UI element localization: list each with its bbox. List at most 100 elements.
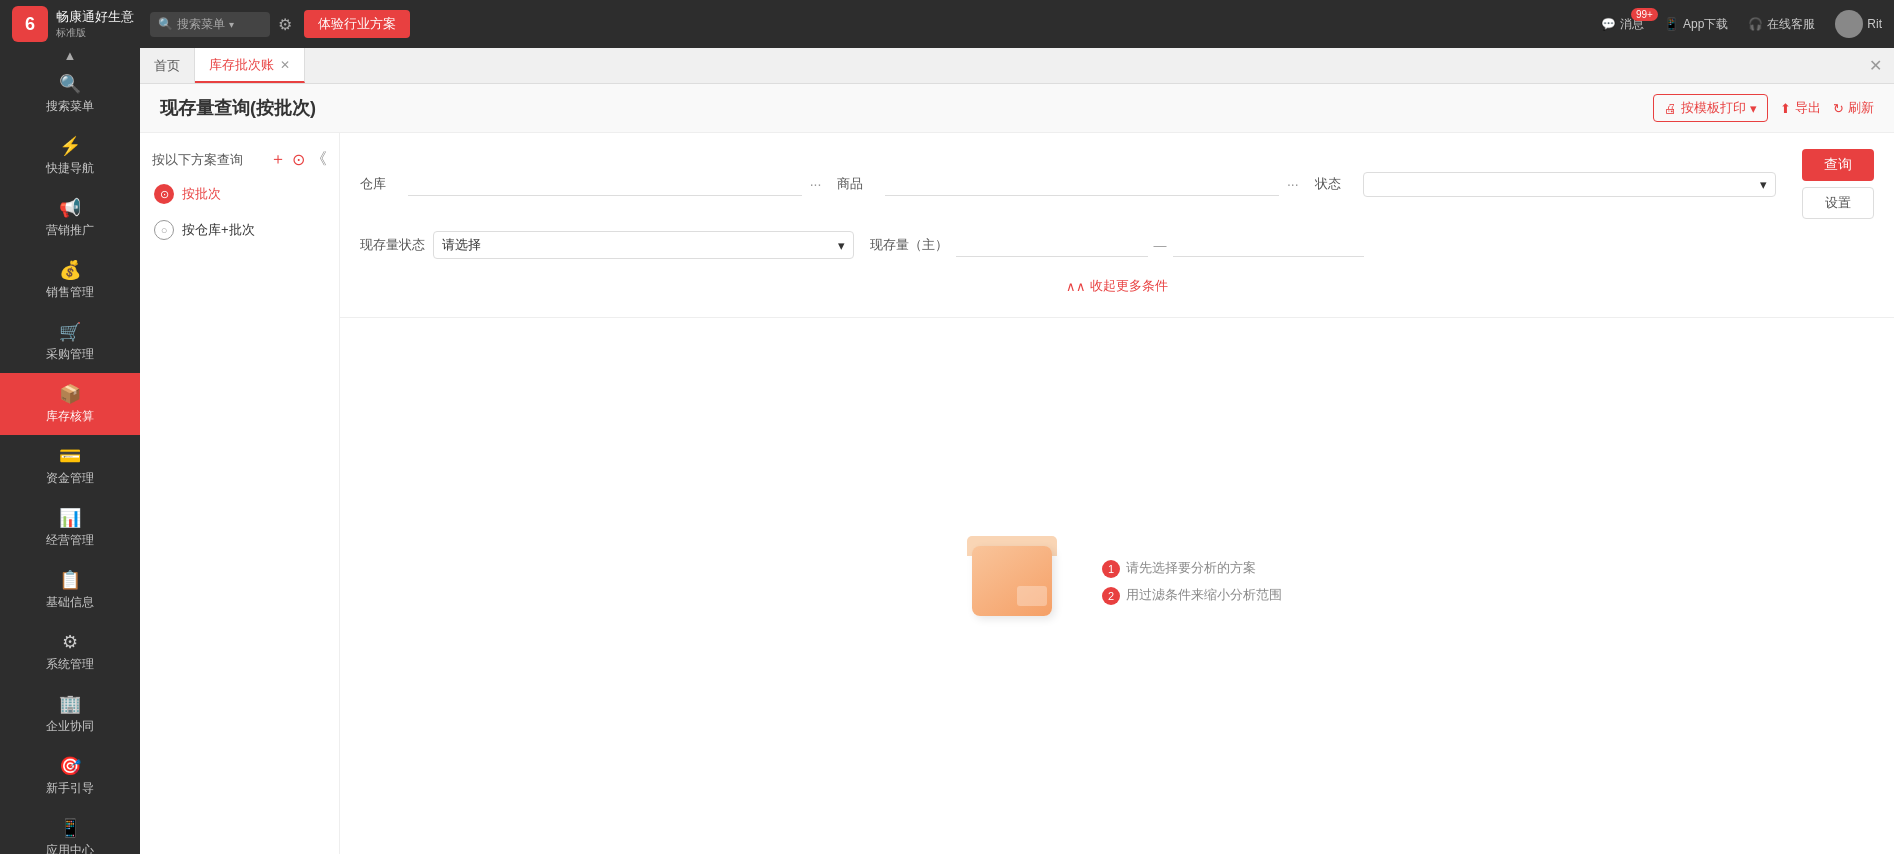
product-input[interactable]	[885, 172, 1279, 196]
left-panel-header: 按以下方案查询 ＋ ⊙ 《	[140, 143, 339, 176]
marketing-icon: 📢	[59, 197, 81, 219]
search-menu-icon: 🔍	[59, 73, 81, 95]
topbar-right: 💬 消息 99+ 📱 App下载 🎧 在线客服 Rit	[1601, 10, 1882, 38]
sidebar-item-system[interactable]: ⚙ 系统管理	[0, 621, 140, 683]
sidebar-item-label: 新手引导	[46, 780, 94, 797]
avatar	[1835, 10, 1863, 38]
scheme-item-by-batch[interactable]: ⊙ 按批次	[140, 176, 339, 212]
right-main: 仓库 ··· 商品 ··· 状态	[340, 133, 1894, 854]
headset-icon: 🎧	[1748, 17, 1763, 31]
action-buttons: 查询 设置	[1802, 149, 1874, 219]
sidebar-item-label: 资金管理	[46, 470, 94, 487]
manage-scheme-icon[interactable]: ⊙	[292, 150, 305, 169]
inventory-amount-range: —	[956, 233, 1364, 257]
sidebar-item-label: 营销推广	[46, 222, 94, 239]
sidebar-item-label: 销售管理	[46, 284, 94, 301]
product-field: 商品 ···	[837, 172, 1298, 196]
sidebar-item-sales[interactable]: 💰 销售管理	[0, 249, 140, 311]
basic-info-icon: 📋	[59, 569, 81, 591]
add-scheme-button[interactable]: ＋	[270, 149, 286, 170]
sidebar-item-operations[interactable]: 📊 经营管理	[0, 497, 140, 559]
sidebar-item-new-guide[interactable]: 🎯 新手引导	[0, 745, 140, 807]
filter-area: 仓库 ··· 商品 ··· 状态	[340, 133, 1894, 317]
app-download-button[interactable]: 📱 App下载	[1664, 16, 1728, 33]
sidebar-item-label: 企业协同	[46, 718, 94, 735]
messages-button[interactable]: 💬 消息 99+	[1601, 16, 1644, 33]
gear-icon[interactable]: ⚙	[278, 15, 292, 34]
sidebar-item-search-menu[interactable]: 🔍 搜索菜单	[0, 63, 140, 125]
filter-row-2: 现存量状态 请选择 ▾ 现存量（主） —	[360, 231, 1874, 259]
scheme-icon-red: ⊙	[154, 184, 174, 204]
tab-close-icon[interactable]: ✕	[280, 58, 290, 72]
page-body: 按以下方案查询 ＋ ⊙ 《 ⊙ 按批次 ○ 按仓库+批次	[140, 133, 1894, 854]
sidebar-item-label: 基础信息	[46, 594, 94, 611]
tab-home[interactable]: 首页	[140, 48, 195, 83]
collapse-up-icon: ∧∧	[1066, 279, 1086, 294]
chevron-down-icon: ▾	[1750, 101, 1757, 116]
warehouse-input[interactable]	[408, 172, 802, 196]
inventory-amount-max-input[interactable]	[1173, 233, 1365, 257]
setting-button[interactable]: 设置	[1802, 187, 1874, 219]
purchase-icon: 🛒	[59, 321, 81, 343]
tab-inventory-batch[interactable]: 库存批次账 ✕	[195, 48, 305, 83]
sidebar-item-quick-nav[interactable]: ⚡ 快捷导航	[0, 125, 140, 187]
sidebar-item-purchase[interactable]: 🛒 采购管理	[0, 311, 140, 373]
main-layout: ▲ 🔍 搜索菜单 ⚡ 快捷导航 📢 营销推广 💰 销售管理 🛒 采购管理 📦 库…	[0, 48, 1894, 854]
product-dots[interactable]: ···	[1287, 176, 1299, 192]
search-icon: 🔍	[158, 17, 173, 31]
sidebar-item-finance[interactable]: 💳 资金管理	[0, 435, 140, 497]
status-field: 状态 ▾	[1315, 172, 1776, 197]
export-icon: ⬆	[1780, 101, 1791, 116]
topbar: 6 畅康通好生意 标准版 🔍 搜索菜单 ▾ ⚙ 体验行业方案 💬 消息 99+ …	[0, 0, 1894, 48]
left-panel-actions: ＋ ⊙ 《	[270, 149, 327, 170]
sidebar-item-enterprise[interactable]: 🏢 企业协同	[0, 683, 140, 745]
sidebar-item-label: 应用中心	[46, 842, 94, 854]
sidebar-item-app-center[interactable]: 📱 应用中心	[0, 807, 140, 854]
inventory-icon: 📦	[59, 383, 81, 405]
app-center-icon: 📱	[59, 817, 81, 839]
tabs-panel-close-icon[interactable]: ✕	[1857, 56, 1894, 75]
refresh-button[interactable]: ↻ 刷新	[1833, 99, 1874, 117]
username-label: Rit	[1867, 17, 1882, 31]
user-avatar-area[interactable]: Rit	[1835, 10, 1882, 38]
left-panel: 按以下方案查询 ＋ ⊙ 《 ⊙ 按批次 ○ 按仓库+批次	[140, 133, 340, 854]
sidebar-scroll-up[interactable]: ▲	[0, 48, 140, 63]
box-face	[1017, 586, 1047, 606]
chevron-down-icon: ▾	[838, 238, 845, 253]
download-icon: 📱	[1664, 17, 1679, 31]
sidebar-item-basic-info[interactable]: 📋 基础信息	[0, 559, 140, 621]
warehouse-field: 仓库 ···	[360, 172, 821, 196]
export-button[interactable]: ⬆ 导出	[1780, 99, 1821, 117]
query-button[interactable]: 查询	[1802, 149, 1874, 181]
message-icon: 💬	[1601, 17, 1616, 31]
warehouse-dots[interactable]: ···	[810, 176, 822, 192]
sidebar-item-marketing[interactable]: 📢 营销推广	[0, 187, 140, 249]
online-service-button[interactable]: 🎧 在线客服	[1748, 16, 1815, 33]
inventory-status-field: 现存量状态 请选择 ▾	[360, 231, 854, 259]
inventory-status-select[interactable]: 请选择 ▾	[433, 231, 854, 259]
sidebar-item-label: 库存核算	[46, 408, 94, 425]
inventory-amount-field: 现存量（主） —	[870, 233, 1364, 257]
template-print-button[interactable]: 🖨 按模板打印 ▾	[1653, 94, 1768, 122]
status-select[interactable]: ▾	[1363, 172, 1776, 197]
empty-text: 1 请先选择要分析的方案 2 用过滤条件来缩小分析范围	[1102, 559, 1282, 613]
tabs-bar: 首页 库存批次账 ✕ ✕	[140, 48, 1894, 84]
collapse-filter-button[interactable]: ∧∧ 收起更多条件	[360, 271, 1874, 301]
refresh-icon: ↻	[1833, 101, 1844, 116]
sidebar-item-inventory[interactable]: 📦 库存核算	[0, 373, 140, 435]
messages-badge: 99+	[1631, 8, 1658, 21]
collapse-left-icon[interactable]: 《	[311, 149, 327, 170]
search-menu-bar[interactable]: 🔍 搜索菜单 ▾	[150, 12, 270, 37]
sidebar-item-label: 经营管理	[46, 532, 94, 549]
trial-industry-button[interactable]: 体验行业方案	[304, 10, 410, 38]
content-area: 首页 库存批次账 ✕ ✕ 现存量查询(按批次) 🖨 按模板打印 ▾ ⬆ 导出	[140, 48, 1894, 854]
finance-icon: 💳	[59, 445, 81, 467]
step-2: 2 用过滤条件来缩小分析范围	[1102, 586, 1282, 605]
page-header: 现存量查询(按批次) 🖨 按模板打印 ▾ ⬆ 导出 ↻ 刷新	[140, 84, 1894, 133]
quick-nav-icon: ⚡	[59, 135, 81, 157]
operations-icon: 📊	[59, 507, 81, 529]
sidebar-item-label: 采购管理	[46, 346, 94, 363]
inventory-amount-min-input[interactable]	[956, 233, 1148, 257]
sidebar-item-label: 系统管理	[46, 656, 94, 673]
scheme-item-by-warehouse-batch[interactable]: ○ 按仓库+批次	[140, 212, 339, 248]
